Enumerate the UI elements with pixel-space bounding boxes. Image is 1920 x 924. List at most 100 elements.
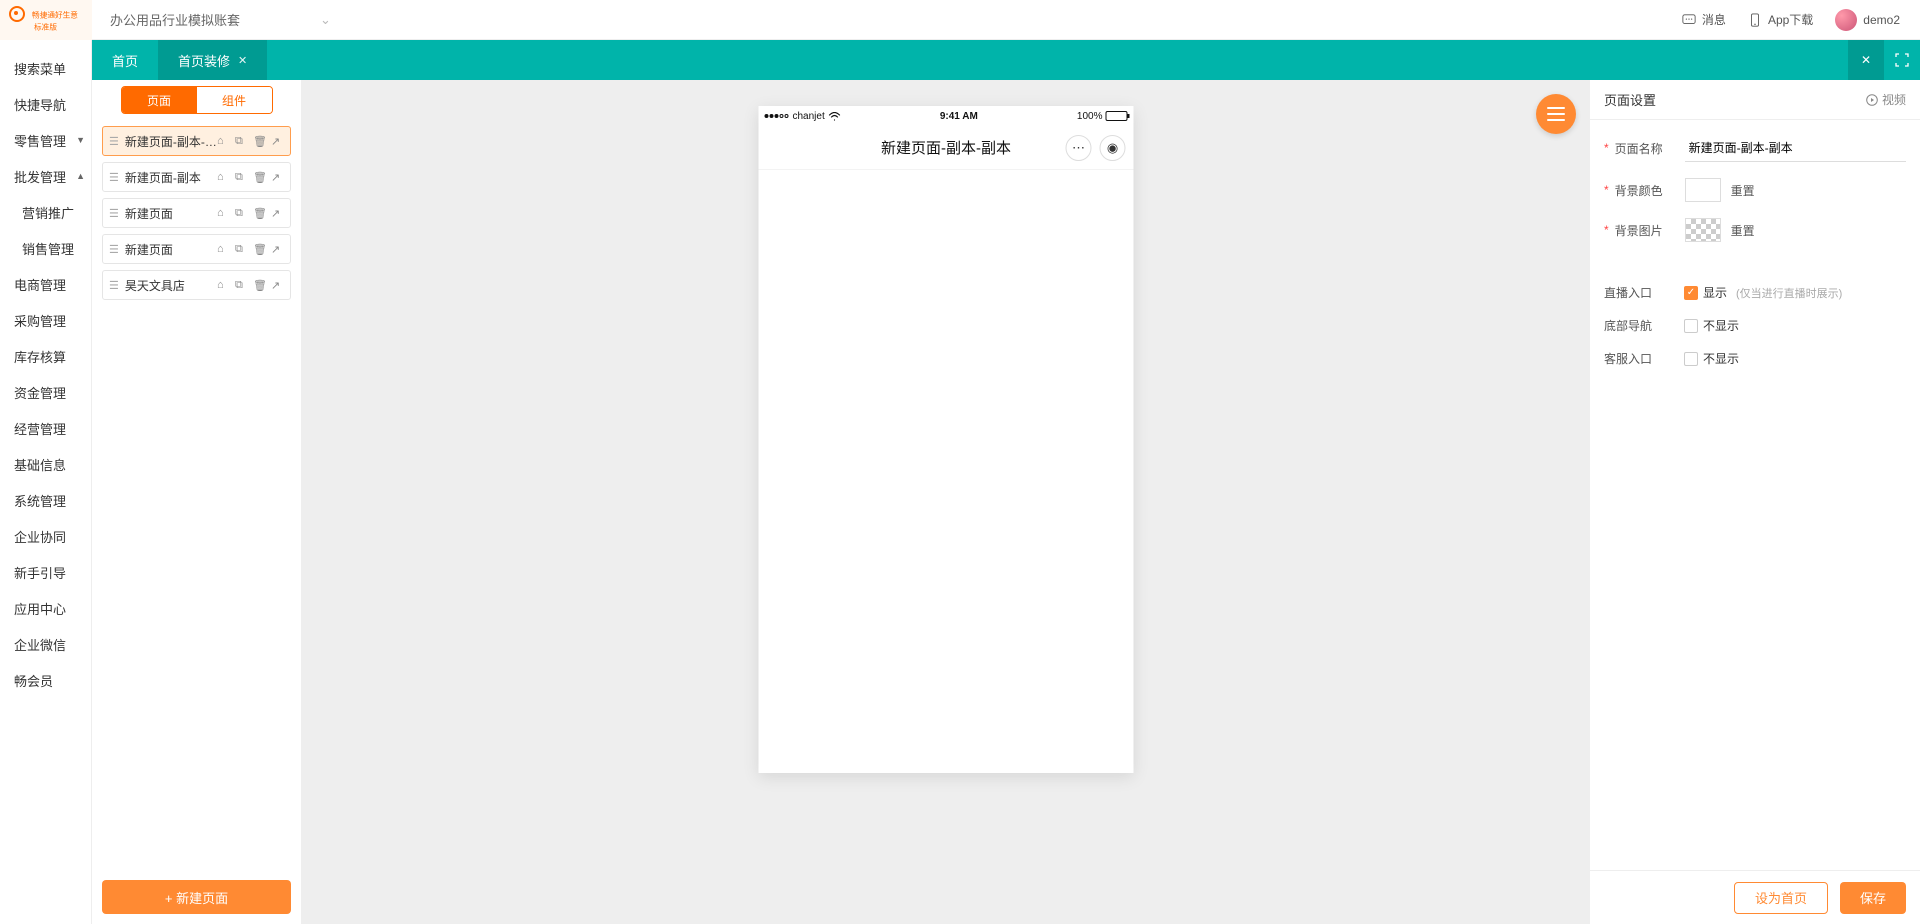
bgimg-swatch[interactable] — [1685, 218, 1721, 242]
chevron-icon: ▼ — [76, 135, 85, 145]
share-icon[interactable]: ↗ — [271, 207, 284, 220]
pages-tab[interactable]: 页面 — [122, 87, 197, 113]
fullscreen-button[interactable] — [1884, 40, 1920, 80]
delete-icon[interactable]: 🗑 — [253, 171, 266, 184]
copy-icon[interactable]: ⧉ — [235, 135, 248, 148]
user-menu[interactable]: demo2 — [1835, 9, 1900, 31]
sidebar-item[interactable]: 零售管理▼ — [0, 122, 91, 158]
bgimg-reset-button[interactable]: 重置 — [1731, 222, 1755, 239]
sidebar-item[interactable]: 新手引导 — [0, 554, 91, 590]
add-page-button[interactable]: + 新建页面 — [102, 880, 291, 914]
set-home-button[interactable]: 设为首页 — [1734, 882, 1828, 914]
share-icon[interactable]: ↗ — [271, 171, 284, 184]
page-row[interactable]: ☰新建页面⌂⧉🗑↗ — [102, 234, 291, 264]
page-row[interactable]: ☰新建页面⌂⧉🗑↗ — [102, 198, 291, 228]
battery-icon — [1106, 111, 1128, 121]
page-title: 新建页面-副本-副本 — [881, 137, 1011, 158]
bgcolor-label: 背景颜色 — [1615, 182, 1685, 199]
sidebar-item[interactable]: 快捷导航 — [0, 86, 91, 122]
wifi-icon — [829, 112, 841, 121]
tab[interactable]: 首页装修✕ — [158, 40, 267, 80]
avatar-icon — [1835, 9, 1857, 31]
page-list-panel: 页面 组件 ☰新建页面-副本-…⌂⧉🗑↗☰新建页面-副本⌂⧉🗑↗☰新建页面⌂⧉🗑… — [92, 80, 302, 924]
copy-icon[interactable]: ⧉ — [235, 207, 248, 220]
sidebar-item[interactable]: 基础信息 — [0, 446, 91, 482]
delete-icon[interactable]: 🗑 — [253, 279, 266, 292]
bgcolor-swatch[interactable] — [1685, 178, 1721, 202]
page-row[interactable]: ☰新建页面-副本-…⌂⧉🗑↗ — [102, 126, 291, 156]
carrier-label: chanjet — [793, 111, 825, 122]
settings-title: 页面设置 — [1604, 90, 1656, 109]
copy-icon[interactable]: ⧉ — [235, 279, 248, 292]
home-icon[interactable]: ⌂ — [217, 207, 230, 220]
delete-icon[interactable]: 🗑 — [253, 207, 266, 220]
sidebar-item[interactable]: 搜索菜单 — [0, 50, 91, 86]
bgimg-label: 背景图片 — [1615, 222, 1685, 239]
settings-panel: 页面设置 视频 *页面名称 *背景颜色 重置 *背景图片 重置 — [1590, 80, 1920, 924]
service-checkbox[interactable]: 不显示 — [1684, 350, 1739, 367]
drag-icon[interactable]: ☰ — [109, 171, 119, 184]
page-name-input[interactable] — [1685, 134, 1906, 162]
name-label: 页面名称 — [1615, 140, 1685, 157]
status-bar: chanjet 9:41 AM 100% — [759, 106, 1134, 126]
sidebar-item[interactable]: 经营管理 — [0, 410, 91, 446]
phone-preview: chanjet 9:41 AM 100% 新建页面-副本-副本 ⋯ ◉ — [759, 106, 1134, 773]
target-button[interactable]: ◉ — [1100, 135, 1126, 161]
menu-fab[interactable] — [1536, 94, 1576, 134]
sidebar-item[interactable]: 库存核算 — [0, 338, 91, 374]
home-icon[interactable]: ⌂ — [217, 279, 230, 292]
copy-icon[interactable]: ⧉ — [235, 171, 248, 184]
sidebar-item[interactable]: 资金管理 — [0, 374, 91, 410]
sidebar-item[interactable]: 畅会员 — [0, 662, 91, 698]
bgcolor-reset-button[interactable]: 重置 — [1731, 182, 1755, 199]
sidebar-item[interactable]: 应用中心 — [0, 590, 91, 626]
tabs-bar: 首页首页装修✕ ✕ — [92, 40, 1920, 80]
phone-nav-bar: 新建页面-副本-副本 ⋯ ◉ — [759, 126, 1134, 170]
live-label: 直播入口 — [1604, 284, 1684, 301]
drag-icon[interactable]: ☰ — [109, 207, 119, 220]
drag-icon[interactable]: ☰ — [109, 135, 119, 148]
home-icon[interactable]: ⌂ — [217, 243, 230, 256]
sidebar-sub-item[interactable]: 营销推广 — [0, 194, 91, 230]
app-download-button[interactable]: App下载 — [1748, 11, 1813, 28]
sidebar-item[interactable]: 批发管理▲ — [0, 158, 91, 194]
share-icon[interactable]: ↗ — [271, 279, 284, 292]
save-button[interactable]: 保存 — [1840, 882, 1906, 914]
workspace-name: 办公用品行业模拟账套 — [110, 10, 240, 29]
page-row[interactable]: ☰昊天文具店⌂⧉🗑↗ — [102, 270, 291, 300]
delete-icon[interactable]: 🗑 — [253, 135, 266, 148]
share-icon[interactable]: ↗ — [271, 135, 284, 148]
workspace-select[interactable]: 办公用品行业模拟账套 ⌄ — [110, 10, 331, 29]
sidebar-item[interactable]: 电商管理 — [0, 266, 91, 302]
phone-icon — [1748, 13, 1762, 27]
tab[interactable]: 首页 — [92, 40, 158, 80]
video-help-button[interactable]: 视频 — [1866, 91, 1906, 108]
close-tab-button[interactable]: ✕ — [1848, 40, 1884, 80]
sidebar-item[interactable]: 企业协同 — [0, 518, 91, 554]
drag-icon[interactable]: ☰ — [109, 243, 119, 256]
close-icon[interactable]: ✕ — [238, 54, 247, 67]
chevron-icon: ▲ — [76, 171, 85, 181]
more-button[interactable]: ⋯ — [1066, 135, 1092, 161]
sidebar-item[interactable]: 系统管理 — [0, 482, 91, 518]
delete-icon[interactable]: 🗑 — [253, 243, 266, 256]
home-icon[interactable]: ⌂ — [217, 171, 230, 184]
drag-icon[interactable]: ☰ — [109, 279, 119, 292]
canvas: chanjet 9:41 AM 100% 新建页面-副本-副本 ⋯ ◉ — [302, 80, 1590, 924]
list-mode-segmented: 页面 组件 — [121, 86, 273, 114]
battery-label: 100% — [1077, 111, 1103, 122]
share-icon[interactable]: ↗ — [271, 243, 284, 256]
time-label: 9:41 AM — [841, 111, 1077, 122]
messages-button[interactable]: 消息 — [1682, 11, 1726, 28]
sidebar-sub-item[interactable]: 销售管理 — [0, 230, 91, 266]
chevron-down-icon: ⌄ — [320, 12, 331, 28]
live-checkbox[interactable]: ✓显示 (仅当进行直播时展示) — [1684, 284, 1842, 301]
page-row[interactable]: ☰新建页面-副本⌂⧉🗑↗ — [102, 162, 291, 192]
components-tab[interactable]: 组件 — [197, 87, 272, 113]
copy-icon[interactable]: ⧉ — [235, 243, 248, 256]
sidebar-item[interactable]: 企业微信 — [0, 626, 91, 662]
home-icon[interactable]: ⌂ — [217, 135, 230, 148]
logo[interactable]: 畅捷通好生意 标准版 — [0, 0, 92, 40]
sidebar-item[interactable]: 采购管理 — [0, 302, 91, 338]
bottomnav-checkbox[interactable]: 不显示 — [1684, 317, 1739, 334]
